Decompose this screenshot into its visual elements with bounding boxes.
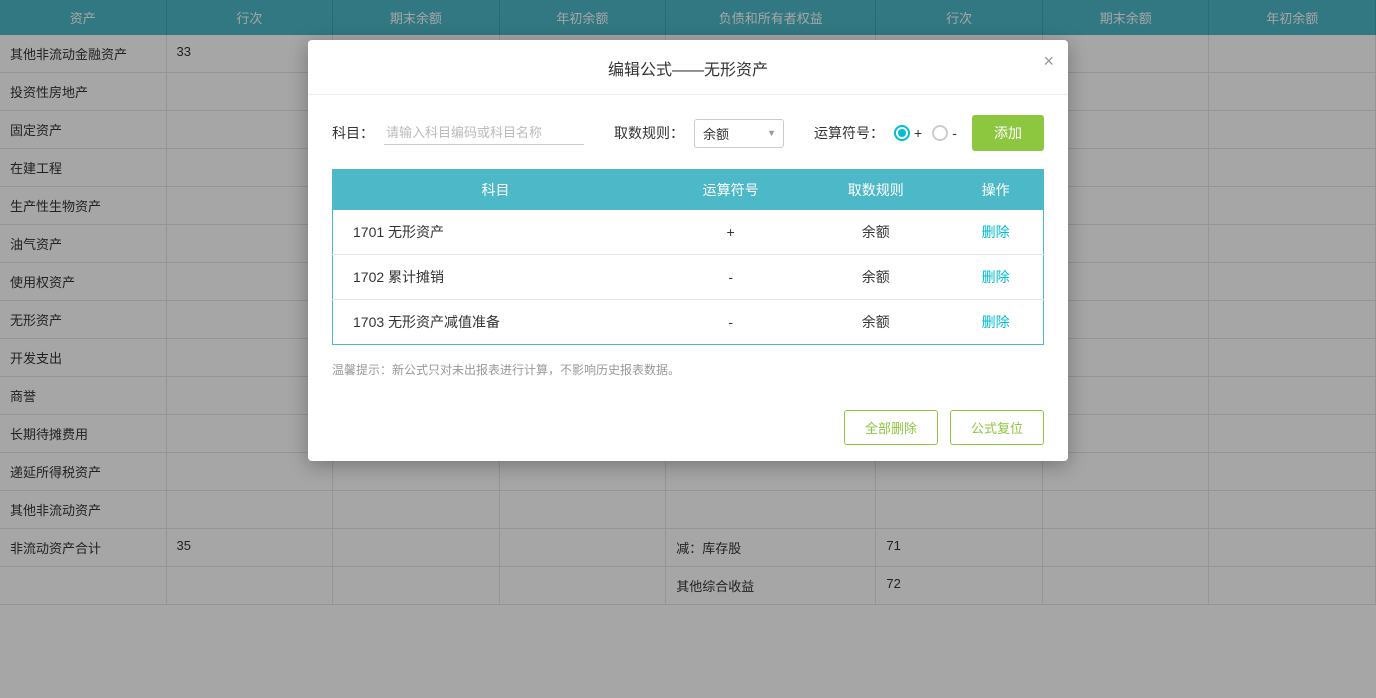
radio-plus-indicator bbox=[894, 125, 910, 141]
modal-body: 科目： 取数规则： 余额 运算符号： + - 添加 bbox=[308, 95, 1068, 398]
col-header-action: 操作 bbox=[948, 170, 1043, 211]
row1-operator: + bbox=[658, 210, 803, 255]
table-row: 1703 无形资产减值准备 - 余额 删除 bbox=[333, 300, 1044, 345]
operator-plus-label: + bbox=[914, 125, 922, 141]
row1-subject: 1701 无形资产 bbox=[333, 210, 659, 255]
col-header-subject: 科目 bbox=[333, 170, 659, 211]
table-row: 1702 累计摊销 - 余额 删除 bbox=[333, 255, 1044, 300]
rule-value: 余额 bbox=[703, 124, 729, 143]
formula-table: 科目 运算符号 取数规则 操作 1701 无形资产 + 余额 删除 1702 累… bbox=[332, 169, 1044, 345]
delete-all-button[interactable]: 全部删除 bbox=[844, 410, 938, 445]
subject-label: 科目： bbox=[332, 123, 374, 143]
operator-plus-radio[interactable]: + bbox=[894, 125, 922, 141]
add-button[interactable]: 添加 bbox=[972, 115, 1044, 151]
warning-text: 温馨提示：新公式只对未出报表进行计算，不影响历史报表数据。 bbox=[332, 361, 1044, 382]
modal-overlay: 编辑公式——无形资产 × 科目： 取数规则： 余额 运算符号： + bbox=[0, 0, 1376, 698]
operator-minus-radio[interactable]: - bbox=[932, 125, 957, 141]
row2-delete-link[interactable]: 删除 bbox=[982, 269, 1010, 285]
row1-rule: 余额 bbox=[803, 210, 948, 255]
modal-header: 编辑公式——无形资产 × bbox=[308, 40, 1068, 95]
row3-subject: 1703 无形资产减值准备 bbox=[333, 300, 659, 345]
operator-minus-label: - bbox=[952, 125, 957, 141]
row3-operator: - bbox=[658, 300, 803, 345]
row3-delete-link[interactable]: 删除 bbox=[982, 314, 1010, 330]
col-header-operator: 运算符号 bbox=[658, 170, 803, 211]
edit-formula-modal: 编辑公式——无形资产 × 科目： 取数规则： 余额 运算符号： + bbox=[308, 40, 1068, 461]
close-button[interactable]: × bbox=[1043, 52, 1054, 70]
radio-minus-indicator bbox=[932, 125, 948, 141]
row3-rule: 余额 bbox=[803, 300, 948, 345]
modal-title: 编辑公式——无形资产 bbox=[608, 62, 768, 79]
rule-label: 取数规则： bbox=[614, 123, 684, 143]
row2-operator: - bbox=[658, 255, 803, 300]
reset-formula-button[interactable]: 公式复位 bbox=[950, 410, 1044, 445]
form-row: 科目： 取数规则： 余额 运算符号： + - 添加 bbox=[332, 115, 1044, 151]
rule-select[interactable]: 余额 bbox=[694, 119, 784, 148]
modal-footer: 全部删除 公式复位 bbox=[308, 398, 1068, 461]
subject-input[interactable] bbox=[384, 121, 584, 145]
table-header-row: 科目 运算符号 取数规则 操作 bbox=[333, 170, 1044, 211]
table-row: 1701 无形资产 + 余额 删除 bbox=[333, 210, 1044, 255]
col-header-rule: 取数规则 bbox=[803, 170, 948, 211]
row1-delete-link[interactable]: 删除 bbox=[982, 224, 1010, 240]
operator-label: 运算符号： bbox=[814, 123, 884, 143]
row2-subject: 1702 累计摊销 bbox=[333, 255, 659, 300]
row2-rule: 余额 bbox=[803, 255, 948, 300]
